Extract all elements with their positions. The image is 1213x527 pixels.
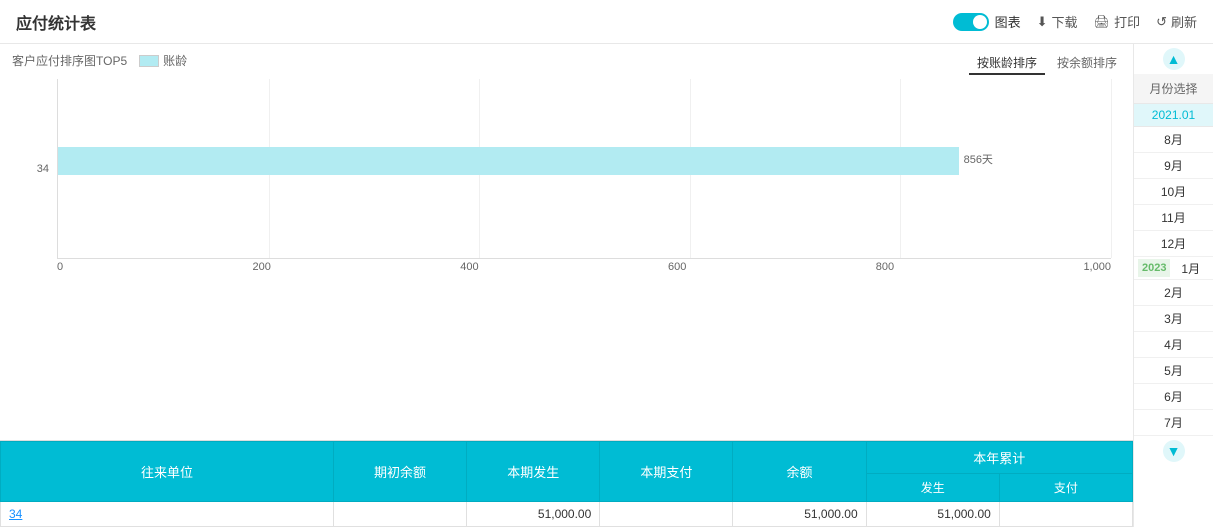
col-balance: 余额 bbox=[733, 442, 866, 502]
sidebar-month-9[interactable]: 9月 bbox=[1134, 153, 1213, 179]
x-tick-400: 400 bbox=[460, 261, 478, 273]
chart-toggle-group: 图表 bbox=[953, 12, 1021, 31]
sidebar-month-7[interactable]: 7月 bbox=[1134, 410, 1213, 436]
sidebar-nav-up[interactable]: ▲ bbox=[1134, 44, 1213, 74]
app-container: 应付统计表 图表 ⬇ 下载 🖨 打印 ↺ 刷新 bbox=[0, 0, 1213, 527]
chart-toggle[interactable] bbox=[953, 13, 989, 31]
print-button[interactable]: 🖨 打印 bbox=[1094, 12, 1141, 31]
legend-text-age: 账龄 bbox=[163, 52, 187, 69]
col-opening: 期初余额 bbox=[333, 442, 466, 502]
col-unit: 往来单位 bbox=[1, 442, 334, 502]
main-area: 客户应付排序图TOP5 账龄 按账龄排序 按余额排序 34 bbox=[0, 44, 1213, 527]
x-tick-600: 600 bbox=[668, 261, 686, 273]
x-tick-200: 200 bbox=[253, 261, 271, 273]
sidebar-header: 月份选择 bbox=[1134, 74, 1213, 104]
download-icon: ⬇ bbox=[1037, 14, 1048, 30]
cell-ytd-occur: 51,000.00 bbox=[866, 502, 999, 527]
table-wrapper: 往来单位 期初余额 本期发生 本期支付 余额 本年累计 发生 支付 bbox=[0, 441, 1133, 527]
bar-row-label: 34 bbox=[37, 163, 49, 175]
header: 应付统计表 图表 ⬇ 下载 🖨 打印 ↺ 刷新 bbox=[0, 0, 1213, 44]
sidebar-month-8[interactable]: 8月 bbox=[1134, 127, 1213, 153]
bar-chart: 34 856天 bbox=[12, 79, 1121, 299]
up-arrow-icon[interactable]: ▲ bbox=[1163, 48, 1185, 70]
print-label: 打印 bbox=[1114, 12, 1140, 31]
data-table: 往来单位 期初余额 本期发生 本期支付 余额 本年累计 发生 支付 bbox=[0, 441, 1133, 527]
chart-legend: 客户应付排序图TOP5 账龄 bbox=[12, 52, 1121, 69]
legend-title: 客户应付排序图TOP5 bbox=[12, 52, 127, 69]
chart-inner: 856天 bbox=[57, 79, 1111, 259]
refresh-label: 刷新 bbox=[1171, 12, 1197, 31]
sidebar-header-label: 月份选择 bbox=[1149, 82, 1197, 96]
sidebar-month-10[interactable]: 10月 bbox=[1134, 179, 1213, 205]
col-ytd-occur: 发生 bbox=[866, 474, 999, 502]
refresh-button[interactable]: ↺ 刷新 bbox=[1156, 12, 1197, 31]
download-label: 下载 bbox=[1052, 12, 1078, 31]
bar-fill bbox=[58, 147, 959, 175]
x-axis: 0 200 400 600 800 1,000 bbox=[57, 261, 1111, 273]
legend-item-age: 账龄 bbox=[139, 52, 187, 69]
bar-row bbox=[58, 147, 959, 175]
cell-ytd-pay bbox=[999, 502, 1132, 527]
x-tick-0: 0 bbox=[57, 261, 63, 273]
sidebar-nav-down[interactable]: ▼ bbox=[1134, 436, 1213, 466]
chart-area: 客户应付排序图TOP5 账龄 按账龄排序 按余额排序 34 bbox=[0, 44, 1133, 440]
sort-tab-age[interactable]: 按账龄排序 bbox=[969, 52, 1045, 75]
cell-current-pay bbox=[600, 502, 733, 527]
sidebar-month-5[interactable]: 5月 bbox=[1134, 358, 1213, 384]
cell-opening bbox=[333, 502, 466, 527]
table-section: 往来单位 期初余额 本期发生 本期支付 余额 本年累计 发生 支付 bbox=[0, 440, 1133, 527]
y-axis-label: 34 bbox=[12, 79, 57, 259]
grid-line-5 bbox=[1111, 79, 1112, 258]
download-button[interactable]: ⬇ 下载 bbox=[1037, 12, 1078, 31]
cell-unit: 34 bbox=[1, 502, 334, 527]
table-row: 34 51,000.00 51,000.00 51,000.00 bbox=[1, 502, 1133, 527]
header-actions: 图表 ⬇ 下载 🖨 打印 ↺ 刷新 bbox=[953, 12, 1197, 31]
year-2023-label: 2023 bbox=[1138, 259, 1170, 277]
unit-link[interactable]: 34 bbox=[9, 507, 22, 521]
col-current-pay: 本期支付 bbox=[600, 442, 733, 502]
col-ytd: 本年累计 bbox=[866, 442, 1132, 474]
year-2023-row: 2023 1月 bbox=[1134, 257, 1213, 280]
sidebar-month-1[interactable]: 1月 bbox=[1172, 260, 1209, 277]
sidebar-current-date[interactable]: 2021.01 bbox=[1134, 104, 1213, 127]
sidebar-month-11[interactable]: 11月 bbox=[1134, 205, 1213, 231]
sidebar-month-12[interactable]: 12月 bbox=[1134, 231, 1213, 257]
sort-tabs: 按账龄排序 按余额排序 bbox=[969, 52, 1125, 75]
sidebar-month-6[interactable]: 6月 bbox=[1134, 384, 1213, 410]
page-title: 应付统计表 bbox=[16, 10, 96, 34]
col-ytd-pay: 支付 bbox=[999, 474, 1132, 502]
legend-color-age bbox=[139, 55, 159, 67]
down-arrow-icon[interactable]: ▼ bbox=[1163, 440, 1185, 462]
chart-toggle-label: 图表 bbox=[995, 12, 1021, 31]
chart-section: 客户应付排序图TOP5 账龄 按账龄排序 按余额排序 34 bbox=[0, 44, 1133, 527]
col-current-occur: 本期发生 bbox=[467, 442, 600, 502]
x-tick-800: 800 bbox=[876, 261, 894, 273]
sidebar-month-2[interactable]: 2月 bbox=[1134, 280, 1213, 306]
bar-value-label: 856天 bbox=[964, 151, 993, 167]
x-tick-1000: 1,000 bbox=[1083, 261, 1111, 273]
sidebar: ▲ 月份选择 2021.01 8月 9月 10月 11月 12月 2023 1月… bbox=[1133, 44, 1213, 527]
sidebar-month-4[interactable]: 4月 bbox=[1134, 332, 1213, 358]
sidebar-month-3[interactable]: 3月 bbox=[1134, 306, 1213, 332]
cell-balance: 51,000.00 bbox=[733, 502, 866, 527]
sort-tab-balance[interactable]: 按余额排序 bbox=[1049, 52, 1125, 75]
print-icon: 🖨 bbox=[1094, 14, 1111, 30]
refresh-icon: ↺ bbox=[1156, 14, 1167, 30]
cell-current-occur: 51,000.00 bbox=[467, 502, 600, 527]
